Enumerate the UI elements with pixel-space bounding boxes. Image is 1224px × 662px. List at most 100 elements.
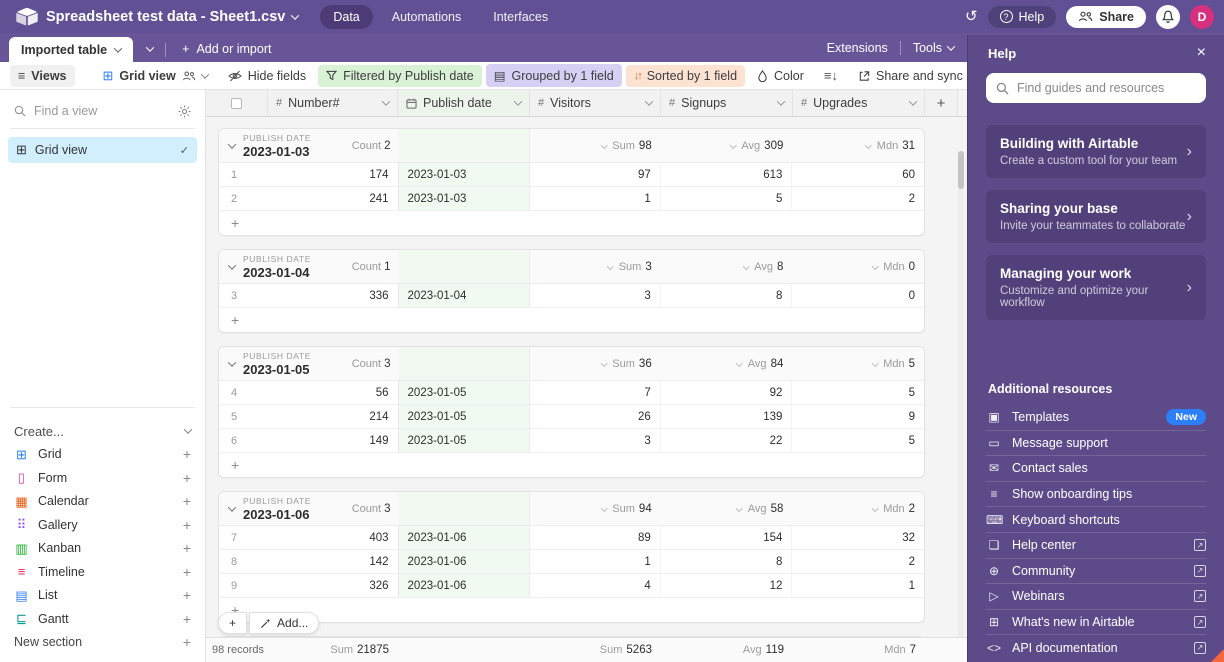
share-button[interactable]: Share: [1066, 5, 1146, 28]
airtable-logo-icon[interactable]: [16, 7, 38, 26]
table-tab-imported-table[interactable]: Imported table: [9, 37, 134, 62]
cell-publish-date[interactable]: 2023-01-05: [398, 381, 531, 404]
cell-upgrades[interactable]: 60: [792, 163, 924, 186]
cell-upgrades[interactable]: 2: [792, 550, 924, 573]
tools-button[interactable]: Tools: [913, 41, 956, 55]
group-summary-signups[interactable]: Avg 309: [661, 129, 793, 162]
cell-upgrades[interactable]: 32: [792, 526, 924, 549]
cell-visitors[interactable]: 7: [530, 381, 661, 404]
add-record-row[interactable]: +: [219, 598, 924, 622]
group-summary-visitors[interactable]: Sum 3: [530, 250, 661, 283]
cell-publish-date[interactable]: 2023-01-04: [398, 284, 531, 307]
current-view-button[interactable]: ⊞ Grid view: [95, 64, 216, 88]
add-record-row[interactable]: +: [219, 453, 924, 477]
new-section-button[interactable]: New section +: [0, 631, 205, 655]
column-header-number[interactable]: # Number#: [268, 90, 398, 116]
tab-automations[interactable]: Automations: [379, 5, 474, 29]
cell-number[interactable]: 241: [269, 187, 399, 210]
cell-signups[interactable]: 154: [661, 526, 793, 549]
group-summary-signups[interactable]: Avg 8: [661, 250, 793, 283]
chevron-down-icon[interactable]: [908, 97, 918, 106]
help-search-input[interactable]: [1017, 81, 1196, 95]
group-summary-upgrades[interactable]: Mdn 5: [792, 347, 924, 380]
create-gallery-item[interactable]: ⠿ Gallery +: [0, 513, 205, 537]
add-field-button[interactable]: +: [925, 90, 958, 116]
cell-upgrades[interactable]: 1: [792, 574, 924, 597]
group-summary-upgrades[interactable]: Mdn 0: [792, 250, 924, 283]
column-header-visitors[interactable]: # Visitors: [530, 90, 661, 116]
cell-signups[interactable]: 22: [661, 429, 793, 452]
help-resource-item[interactable]: ▣ Templates New: [986, 404, 1206, 430]
help-button[interactable]: ? Help: [987, 5, 1057, 28]
cell-visitors[interactable]: 1: [530, 550, 661, 573]
cell-number[interactable]: 142: [269, 550, 399, 573]
cell-signups[interactable]: 12: [661, 574, 793, 597]
group-summary-upgrades[interactable]: Mdn 31: [792, 129, 924, 162]
cell-visitors[interactable]: 97: [530, 163, 661, 186]
cell-visitors[interactable]: 3: [530, 284, 661, 307]
help-resource-item[interactable]: ≡ Show onboarding tips: [986, 480, 1206, 507]
cell-publish-date[interactable]: 2023-01-06: [398, 550, 531, 573]
cell-signups[interactable]: 92: [661, 381, 793, 404]
create-gantt-item[interactable]: ⊑ Gantt +: [0, 607, 205, 631]
sort-button[interactable]: ↓↑ Sorted by 1 field: [625, 64, 746, 87]
notifications-button[interactable]: [1156, 4, 1180, 29]
footer-stat-signups[interactable]: Avg 119: [743, 644, 784, 656]
tab-interfaces[interactable]: Interfaces: [480, 5, 561, 29]
cell-number[interactable]: 174: [269, 163, 399, 186]
footer-stat-upgrades[interactable]: Mdn 7: [884, 644, 916, 656]
create-form-item[interactable]: ▯ Form +: [0, 466, 205, 490]
create-section-header[interactable]: Create...: [14, 424, 193, 439]
cell-signups[interactable]: 613: [661, 163, 793, 186]
vertical-scrollbar[interactable]: [958, 151, 964, 637]
cell-upgrades[interactable]: 5: [792, 429, 924, 452]
filter-button[interactable]: Filtered by Publish date: [318, 64, 482, 87]
help-resource-item[interactable]: ▭ Message support: [986, 429, 1206, 456]
add-or-import-button[interactable]: + Add or import: [182, 42, 271, 56]
table-row[interactable]: 8 142 2023-01-06 1 8 2: [219, 550, 924, 574]
select-all-header[interactable]: [206, 90, 268, 116]
cell-upgrades[interactable]: 9: [792, 405, 924, 428]
collapse-group-icon[interactable]: [227, 260, 237, 270]
cell-visitors[interactable]: 89: [530, 526, 661, 549]
cell-signups[interactable]: 5: [661, 187, 793, 210]
cell-visitors[interactable]: 1: [530, 187, 661, 210]
cell-publish-date[interactable]: 2023-01-03: [398, 187, 531, 210]
history-icon[interactable]: ↺: [965, 9, 978, 24]
collapse-group-icon[interactable]: [227, 357, 237, 367]
group-summary-visitors[interactable]: Sum 36: [530, 347, 661, 380]
cell-signups[interactable]: 8: [661, 550, 793, 573]
help-search[interactable]: [986, 73, 1206, 103]
scrollbar-thumb[interactable]: [958, 151, 964, 189]
help-card[interactable]: Sharing your base Invite your teammates …: [986, 190, 1206, 243]
cell-upgrades[interactable]: 2: [792, 187, 924, 210]
add-record-row[interactable]: +: [219, 308, 924, 332]
row-height-button[interactable]: ≡↓: [816, 64, 846, 87]
base-title[interactable]: Spreadsheet test data - Sheet1.csv: [46, 9, 300, 25]
create-timeline-item[interactable]: ≡ Timeline +: [0, 560, 205, 584]
cell-upgrades[interactable]: 0: [792, 284, 924, 307]
footer-stat-visitors[interactable]: Sum 5263: [600, 644, 652, 656]
cell-publish-date[interactable]: 2023-01-03: [398, 163, 531, 186]
chevron-down-icon[interactable]: [513, 97, 523, 106]
footer-stat-number[interactable]: Sum 21875: [330, 644, 389, 656]
create-list-item[interactable]: ▤ List +: [0, 584, 205, 608]
group-summary-signups[interactable]: Avg 84: [661, 347, 793, 380]
table-row[interactable]: 9 326 2023-01-06 4 12 1: [219, 574, 924, 598]
column-header-upgrades[interactable]: # Upgrades: [793, 90, 925, 116]
cell-signups[interactable]: 8: [661, 284, 793, 307]
table-row[interactable]: 2 241 2023-01-03 1 5 2: [219, 187, 924, 211]
help-resource-item[interactable]: ⊞ What's new in Airtable ↗: [986, 608, 1206, 635]
extensions-button[interactable]: Extensions: [827, 41, 888, 55]
table-list-chevron-button[interactable]: [145, 41, 155, 55]
cell-signups[interactable]: 139: [661, 405, 793, 428]
column-header-signups[interactable]: # Signups: [661, 90, 793, 116]
share-and-sync-button[interactable]: Share and sync: [850, 65, 971, 87]
cell-number[interactable]: 56: [269, 381, 399, 404]
help-resource-item[interactable]: ⌨ Keyboard shortcuts: [986, 506, 1206, 532]
group-summary-visitors[interactable]: Sum 98: [530, 129, 661, 162]
collapse-group-icon[interactable]: [227, 139, 237, 149]
cell-upgrades[interactable]: 5: [792, 381, 924, 404]
cell-number[interactable]: 214: [269, 405, 399, 428]
group-summary-signups[interactable]: Avg 58: [661, 492, 793, 525]
